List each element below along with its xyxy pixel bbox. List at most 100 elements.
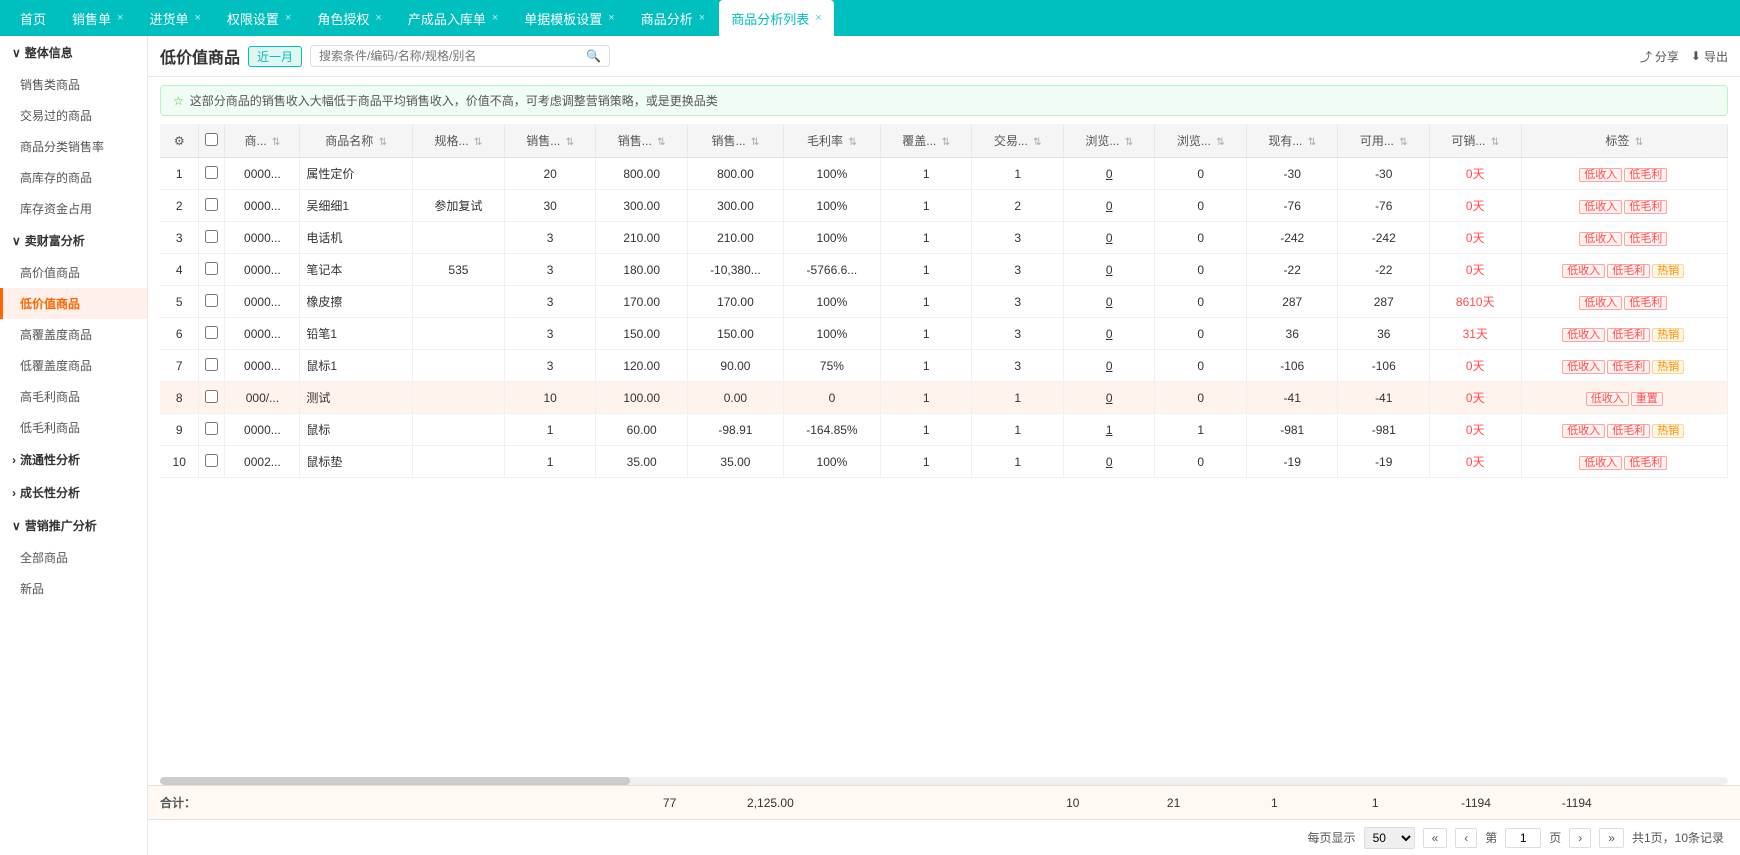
sidebar-item-low-value[interactable]: 低价值商品 bbox=[0, 288, 147, 319]
date-tag-button[interactable]: 近一月 bbox=[248, 46, 302, 67]
sidebar-group-wealth[interactable]: ∨ 卖财富分析 bbox=[0, 224, 147, 257]
scrollbar-thumb[interactable] bbox=[160, 777, 630, 785]
col-gross[interactable]: 毛利率 ⇅ bbox=[783, 124, 880, 158]
horizontal-scrollbar[interactable] bbox=[160, 777, 1728, 785]
col-avail[interactable]: 可用... ⇅ bbox=[1338, 124, 1430, 158]
search-box: 🔍 bbox=[310, 45, 610, 67]
export-button[interactable]: ⬇ 导出 bbox=[1691, 48, 1728, 65]
nav-goods-analysis-list[interactable]: 商品分析列表 × bbox=[719, 0, 833, 36]
sidebar-item-high-coverage[interactable]: 高覆盖度商品 bbox=[0, 319, 147, 350]
row-checkbox[interactable] bbox=[205, 390, 218, 403]
page-last-button[interactable]: » bbox=[1599, 828, 1624, 848]
col-s1[interactable]: 销售... ⇅ bbox=[504, 124, 596, 158]
select-all-checkbox[interactable] bbox=[205, 133, 218, 146]
nav-permission[interactable]: 权限设置 × bbox=[215, 0, 303, 36]
footer-empty3 bbox=[418, 796, 519, 810]
row-s2: 35.00 bbox=[596, 446, 688, 478]
nav-goods-analysis-close[interactable]: × bbox=[699, 12, 705, 24]
nav-template-close[interactable]: × bbox=[608, 12, 614, 24]
row-trade: 3 bbox=[972, 350, 1064, 382]
col-spec[interactable]: 规格... ⇅ bbox=[412, 124, 504, 158]
row-checkbox[interactable] bbox=[205, 198, 218, 211]
row-stock: 36 bbox=[1246, 318, 1338, 350]
sidebar-item-new-goods[interactable]: 新品 bbox=[0, 573, 147, 604]
nav-permission-close[interactable]: × bbox=[285, 12, 291, 24]
row-checkbox[interactable] bbox=[205, 262, 218, 275]
row-cover: 1 bbox=[880, 382, 972, 414]
share-button[interactable]: ⤴ 分享 bbox=[1640, 48, 1679, 65]
row-spec bbox=[412, 446, 504, 478]
search-input[interactable] bbox=[319, 49, 586, 63]
col-tags[interactable]: 标签 ⇅ bbox=[1521, 124, 1727, 158]
row-checkbox[interactable] bbox=[205, 230, 218, 243]
per-page-select[interactable]: 50 100 200 bbox=[1364, 827, 1415, 849]
nav-role-close[interactable]: × bbox=[375, 12, 381, 24]
sidebar-item-traded-goods[interactable]: 交易过的商品 bbox=[0, 100, 147, 131]
nav-purchase[interactable]: 进货单 × bbox=[137, 0, 212, 36]
sidebar-item-high-stock[interactable]: 高库存的商品 bbox=[0, 162, 147, 193]
nav-goods-analysis-list-close[interactable]: × bbox=[815, 12, 821, 24]
col-browse2[interactable]: 浏览... ⇅ bbox=[1155, 124, 1247, 158]
sidebar-item-stock-capital[interactable]: 库存资金占用 bbox=[0, 193, 147, 224]
sidebar-item-low-profit[interactable]: 低毛利商品 bbox=[0, 412, 147, 443]
footer-empty2 bbox=[317, 796, 418, 810]
col-cover[interactable]: 覆盖... ⇅ bbox=[880, 124, 972, 158]
sidebar-item-category-sales[interactable]: 商品分类销售率 bbox=[0, 131, 147, 162]
row-browse1[interactable]: 1 bbox=[1063, 414, 1155, 446]
col-trade[interactable]: 交易... ⇅ bbox=[972, 124, 1064, 158]
row-gross: -5766.6... bbox=[783, 254, 880, 286]
row-checkbox[interactable] bbox=[205, 454, 218, 467]
row-name: 吴细细1 bbox=[300, 190, 413, 222]
footer-trade: 21 bbox=[1123, 796, 1224, 810]
page-prev-button[interactable]: ‹ bbox=[1455, 828, 1477, 848]
sidebar-item-low-coverage[interactable]: 低覆盖度商品 bbox=[0, 350, 147, 381]
row-tags: 低收入低毛利热销 bbox=[1521, 254, 1727, 286]
nav-sales-close[interactable]: × bbox=[117, 12, 123, 24]
page-first-button[interactable]: « bbox=[1423, 828, 1448, 848]
row-s3: 0.00 bbox=[687, 382, 783, 414]
search-icon[interactable]: 🔍 bbox=[586, 49, 601, 63]
sidebar-item-high-profit[interactable]: 高毛利商品 bbox=[0, 381, 147, 412]
row-checkbox[interactable] bbox=[205, 358, 218, 371]
nav-goods-analysis[interactable]: 商品分析 × bbox=[629, 0, 717, 36]
col-name[interactable]: 商品名称 ⇅ bbox=[300, 124, 413, 158]
row-avail: -76 bbox=[1338, 190, 1430, 222]
sidebar-item-all-goods[interactable]: 全部商品 bbox=[0, 542, 147, 573]
nav-purchase-close[interactable]: × bbox=[194, 12, 200, 24]
page-next-button[interactable]: › bbox=[1569, 828, 1591, 848]
content-header: 低价值商品 近一月 🔍 ⤴ 分享 ⬇ 导出 bbox=[148, 36, 1740, 77]
nav-template[interactable]: 单据模板设置 × bbox=[512, 0, 626, 36]
sidebar-group-overall[interactable]: ∨ 整体信息 bbox=[0, 36, 147, 69]
row-trade: 2 bbox=[972, 190, 1064, 222]
sidebar-group-marketing[interactable]: ∨ 营销推广分析 bbox=[0, 509, 147, 542]
col-sellable[interactable]: 可销... ⇅ bbox=[1430, 124, 1522, 158]
sidebar-group-growth[interactable]: › 成长性分析 bbox=[0, 476, 147, 509]
nav-role[interactable]: 角色授权 × bbox=[305, 0, 393, 36]
nav-sales[interactable]: 销售单 × bbox=[60, 0, 135, 36]
sidebar-item-sales-goods[interactable]: 销售类商品 bbox=[0, 69, 147, 100]
row-checkbox[interactable] bbox=[205, 422, 218, 435]
row-checkbox[interactable] bbox=[205, 294, 218, 307]
col-stock[interactable]: 现有... ⇅ bbox=[1246, 124, 1338, 158]
row-browse1: 0 bbox=[1063, 318, 1155, 350]
col-settings[interactable]: ⚙ bbox=[160, 124, 199, 158]
col-browse1[interactable]: 浏览... ⇅ bbox=[1063, 124, 1155, 158]
nav-product-stock[interactable]: 产成品入库单 × bbox=[396, 0, 510, 36]
row-checkbox[interactable] bbox=[205, 326, 218, 339]
nav-home[interactable]: 首页 bbox=[8, 0, 58, 36]
row-checkbox[interactable] bbox=[205, 166, 218, 179]
col-code[interactable]: 商... ⇅ bbox=[225, 124, 300, 158]
page-title: 低价值商品 bbox=[160, 44, 240, 68]
col-s2[interactable]: 销售... ⇅ bbox=[596, 124, 688, 158]
footer-browse1: 1 bbox=[1224, 796, 1325, 810]
row-trade: 3 bbox=[972, 254, 1064, 286]
row-stock: -22 bbox=[1246, 254, 1338, 286]
row-sellable: 8610天 bbox=[1430, 286, 1522, 318]
page-input[interactable] bbox=[1505, 828, 1541, 848]
col-checkbox[interactable] bbox=[199, 124, 225, 158]
nav-product-stock-close[interactable]: × bbox=[492, 12, 498, 24]
pagination-bar: 每页显示 50 100 200 « ‹ 第 页 › » 共1页，10条记录 bbox=[148, 819, 1740, 855]
sidebar-item-high-value[interactable]: 高价值商品 bbox=[0, 257, 147, 288]
col-s3[interactable]: 销售... ⇅ bbox=[687, 124, 783, 158]
sidebar-group-circulation[interactable]: › 流通性分析 bbox=[0, 443, 147, 476]
